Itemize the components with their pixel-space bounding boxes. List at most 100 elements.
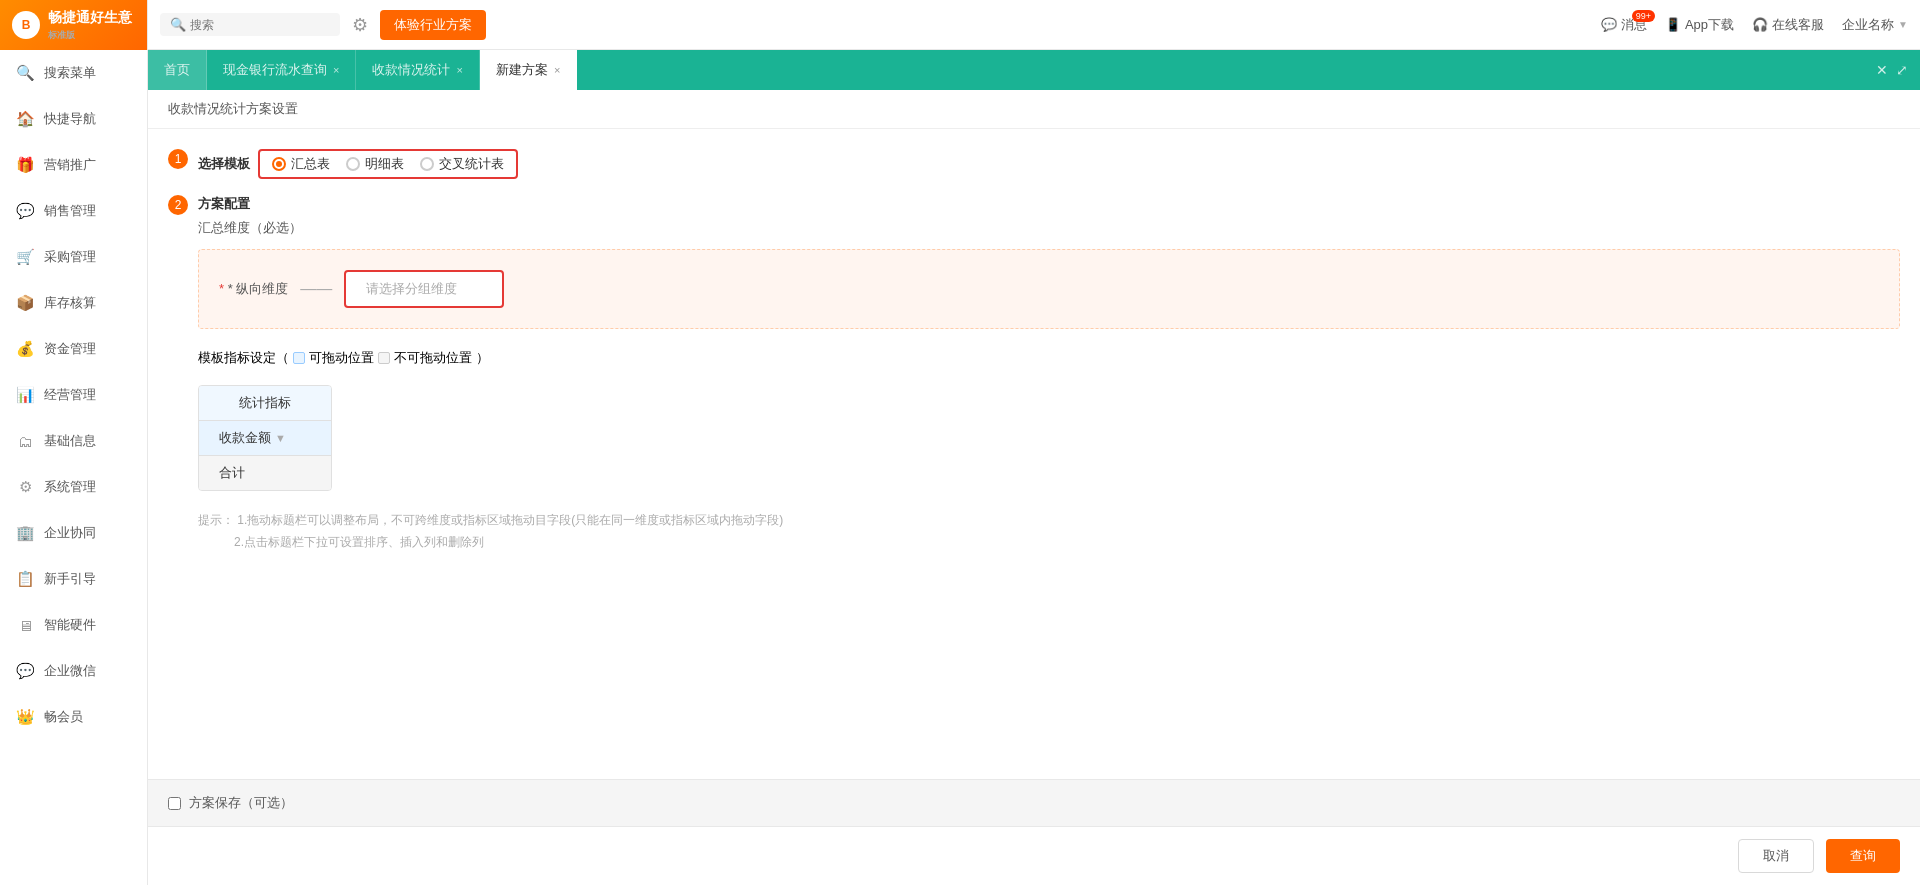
dimension-select[interactable]: 请选择分组维度 xyxy=(344,270,504,308)
content-area: 收款情况统计方案设置 1 选择模板 汇总表 明细表 xyxy=(148,90,1920,826)
save-option-bar: 方案保存（可选） xyxy=(148,779,1920,826)
topbar-search-box[interactable]: 🔍 xyxy=(160,13,340,36)
crown-icon: 👑 xyxy=(16,708,34,726)
sidebar-item-marketing[interactable]: 🎁 营销推广 xyxy=(0,142,147,188)
gear-settings-icon[interactable]: ⚙ xyxy=(352,14,368,36)
page-title: 收款情况统计方案设置 xyxy=(148,90,1920,129)
radio-detail[interactable]: 明细表 xyxy=(346,155,404,173)
tab-bank[interactable]: 现金银行流水查询 × xyxy=(207,50,356,90)
sidebar-item-operation[interactable]: 📊 经营管理 xyxy=(0,372,147,418)
industry-btn[interactable]: 体验行业方案 xyxy=(380,10,486,40)
search-icon-top: 🔍 xyxy=(170,17,186,32)
tab-close-all-icon[interactable]: ✕ xyxy=(1876,62,1888,78)
sidebar-item-enterprise[interactable]: 🏢 企业协同 xyxy=(0,510,147,556)
topbar-right: 💬 消息 99+ 📱 App下载 🎧 在线客服 企业名称 ▼ xyxy=(1601,16,1908,34)
section1-num: 1 xyxy=(168,149,188,169)
legend-draggable: 可拖动位置 xyxy=(293,349,374,367)
sidebar-label-enterprise: 企业协同 xyxy=(44,524,96,542)
sidebar-item-system[interactable]: ⚙ 系统管理 xyxy=(0,464,147,510)
save-checkbox[interactable] xyxy=(168,797,181,810)
notification-btn[interactable]: 💬 消息 99+ xyxy=(1601,16,1647,34)
sidebar-label-basic: 基础信息 xyxy=(44,432,96,450)
sidebar-item-hardware[interactable]: 🖥 智能硬件 xyxy=(0,602,147,648)
template-options-box: 汇总表 明细表 交叉统计表 xyxy=(258,149,518,179)
radio-detail-btn[interactable] xyxy=(346,157,360,171)
search-icon: 🔍 xyxy=(16,64,34,82)
radio-cross-label: 交叉统计表 xyxy=(439,155,504,173)
sidebar-item-finance[interactable]: 💰 资金管理 xyxy=(0,326,147,372)
radio-summary-btn[interactable] xyxy=(272,157,286,171)
search-input[interactable] xyxy=(190,18,320,32)
metrics-col-header: 统计指标 xyxy=(199,386,331,421)
form-content: 1 选择模板 汇总表 明细表 交叉统 xyxy=(148,129,1920,779)
wechat-icon: 💬 xyxy=(16,662,34,680)
sidebar-item-member[interactable]: 👑 畅会员 xyxy=(0,694,147,740)
sidebar-item-wechat[interactable]: 💬 企业微信 xyxy=(0,648,147,694)
sidebar-label-operation: 经营管理 xyxy=(44,386,96,404)
chart-icon: 📊 xyxy=(16,386,34,404)
metrics-row1-chevron-icon: ▼ xyxy=(275,432,286,444)
sidebar-label-wechat: 企业微信 xyxy=(44,662,96,680)
sidebar-item-sales[interactable]: 💬 销售管理 xyxy=(0,188,147,234)
radio-cross[interactable]: 交叉统计表 xyxy=(420,155,504,173)
hardware-icon: 🖥 xyxy=(16,616,34,634)
gift-icon: 🎁 xyxy=(16,156,34,174)
sidebar-menu: 🔍 搜索菜单 🏠 快捷导航 🎁 营销推广 💬 销售管理 🛒 采购管理 📦 库存核… xyxy=(0,50,147,885)
metrics-row2-label: 合计 xyxy=(219,464,245,482)
cancel-button[interactable]: 取消 xyxy=(1738,839,1814,873)
sidebar-label-hardware: 智能硬件 xyxy=(44,616,96,634)
service-btn[interactable]: 🎧 在线客服 xyxy=(1752,16,1824,34)
sidebar-item-search[interactable]: 🔍 搜索菜单 xyxy=(0,50,147,96)
page-title-text: 收款情况统计方案设置 xyxy=(168,101,298,116)
sidebar-label-system: 系统管理 xyxy=(44,478,96,496)
box-icon: 📦 xyxy=(16,294,34,312)
gear-icon: ⚙ xyxy=(16,478,34,496)
tab-new-plan-close-icon[interactable]: × xyxy=(554,64,560,76)
download-btn[interactable]: 📱 App下载 xyxy=(1665,16,1734,34)
legend-nondrag: 不可拖动位置 xyxy=(378,349,472,367)
tab-new-plan[interactable]: 新建方案 × xyxy=(480,50,577,90)
section1-title: 选择模板 xyxy=(198,155,250,173)
sidebar-item-quick-nav[interactable]: 🏠 快捷导航 xyxy=(0,96,147,142)
radio-summary[interactable]: 汇总表 xyxy=(272,155,330,173)
sidebar-item-basic[interactable]: 🗂 基础信息 xyxy=(0,418,147,464)
tab-receipt-close-icon[interactable]: × xyxy=(456,64,462,76)
notification-badge: 99+ xyxy=(1632,10,1655,22)
tab-receipt-stat[interactable]: 收款情况统计 × xyxy=(356,50,479,90)
sidebar-label-finance: 资金管理 xyxy=(44,340,96,358)
service-label: 在线客服 xyxy=(1772,16,1824,34)
dimension-area: * * 纵向维度 —— 请选择分组维度 xyxy=(198,249,1900,329)
headset-icon: 🎧 xyxy=(1752,17,1768,32)
metrics-row1-label[interactable]: 收款金额 ▼ xyxy=(219,429,286,447)
nondrag-dot xyxy=(378,352,390,364)
nondrag-label: 不可拖动位置 xyxy=(394,349,472,367)
metrics-setting: 模板指标设定（ 可拖动位置 不可拖动位置 ） xyxy=(198,349,1900,553)
hint-line1: 1.拖动标题栏可以调整布局，不可跨维度或指标区域拖动目字段(只能在同一维度或指标… xyxy=(237,513,783,527)
dimension-row-label: * * 纵向维度 xyxy=(219,280,288,298)
sidebar-item-guide[interactable]: 📋 新手引导 xyxy=(0,556,147,602)
user-name[interactable]: 企业名称 ▼ xyxy=(1842,16,1908,34)
tab-home[interactable]: 首页 xyxy=(148,50,207,90)
sidebar-label-inventory: 库存核算 xyxy=(44,294,96,312)
tabs-right-actions: ✕ ⤢ xyxy=(1864,50,1920,90)
download-label: App下载 xyxy=(1685,16,1734,34)
dim-required-star: * xyxy=(219,281,228,296)
logo-badge: 标准版 xyxy=(48,29,132,42)
tab-bank-label: 现金银行流水查询 xyxy=(223,61,327,79)
tab-bank-close-icon[interactable]: × xyxy=(333,64,339,76)
sidebar-item-purchase[interactable]: 🛒 采购管理 xyxy=(0,234,147,280)
folder-icon: 🗂 xyxy=(16,432,34,450)
section2-title: 方案配置 xyxy=(198,195,250,213)
tab-expand-icon[interactable]: ⤢ xyxy=(1896,62,1908,78)
sidebar-logo: B 畅捷通好生意 标准版 xyxy=(0,0,147,50)
user-label: 企业名称 xyxy=(1842,16,1894,34)
guide-icon: 📋 xyxy=(16,570,34,588)
sidebar-item-inventory[interactable]: 📦 库存核算 xyxy=(0,280,147,326)
section2-body: 汇总维度（必选） * * 纵向维度 —— 请选择分组维度 xyxy=(168,219,1900,553)
dimension-placeholder: 请选择分组维度 xyxy=(366,281,457,296)
query-button[interactable]: 查询 xyxy=(1826,839,1900,873)
main-content: 🔍 ⚙ 体验行业方案 💬 消息 99+ 📱 App下载 🎧 在线客服 企业名称 … xyxy=(148,0,1920,885)
metrics-row2: 合计 xyxy=(199,456,331,490)
radio-cross-btn[interactable] xyxy=(420,157,434,171)
tab-receipt-label: 收款情况统计 xyxy=(372,61,450,79)
